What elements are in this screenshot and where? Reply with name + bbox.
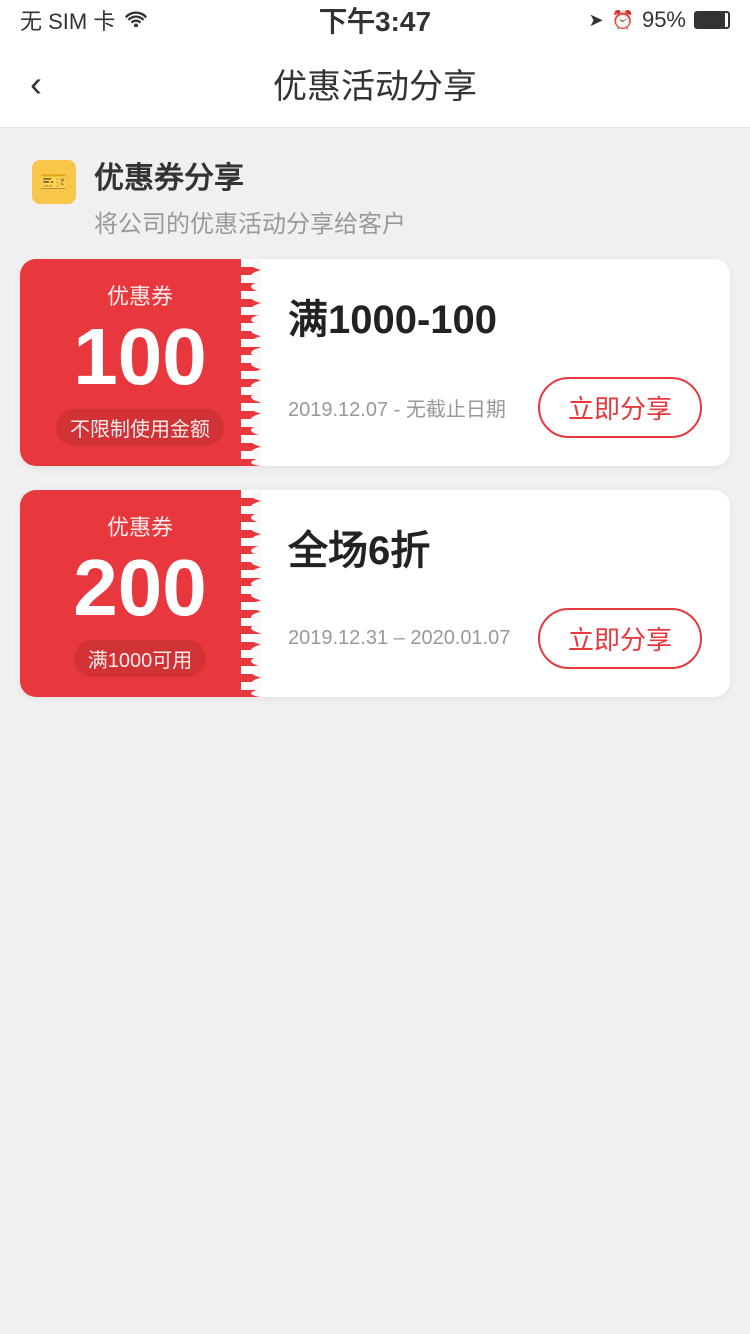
battery-fill	[696, 13, 725, 27]
share-button-2[interactable]: 立即分享	[538, 608, 702, 669]
coupon-left-1: 优惠券 100 不限制使用金额	[20, 259, 260, 466]
coupon-bottom-2: 2019.12.31 – 2020.01.07 立即分享	[288, 608, 702, 669]
coupons-area: 优惠券 100 不限制使用金额 满1000-100 2019.12.07 - 无…	[0, 259, 750, 697]
coupon-right-2: 全场6折 2019.12.31 – 2020.01.07 立即分享	[260, 490, 730, 697]
battery-icon	[694, 11, 730, 29]
bottom-area	[0, 721, 750, 1321]
coupon-label-1: 优惠券	[107, 279, 173, 311]
coupon-date-2: 2019.12.31 – 2020.01.07	[288, 627, 510, 650]
coupon-name-2: 全场6折	[288, 518, 702, 576]
status-left: 无 SIM 卡	[20, 4, 147, 36]
status-bar: 无 SIM 卡 下午3:47 ➤ ⏰ 95%	[0, 0, 750, 40]
back-button[interactable]: ‹	[30, 63, 42, 105]
coupon-condition-1: 不限制使用金额	[56, 409, 224, 446]
arrow-icon: ➤	[588, 10, 603, 31]
coupon-condition-2: 满1000可用	[74, 640, 207, 677]
coupon-right-1: 满1000-100 2019.12.07 - 无截止日期 立即分享	[260, 259, 730, 466]
section-header: 🎫 优惠券分享 将公司的优惠活动分享给客户	[0, 128, 750, 259]
page-title: 优惠活动分享	[273, 59, 477, 108]
alarm-icon: ⏰	[612, 10, 634, 31]
coupon-name-1: 满1000-100	[288, 287, 702, 345]
coupon-card-1: 优惠券 100 不限制使用金额 满1000-100 2019.12.07 - 无…	[20, 259, 730, 466]
section-title: 优惠券分享	[94, 158, 406, 200]
nav-bar: ‹ 优惠活动分享	[0, 40, 750, 128]
time-display: 下午3:47	[319, 0, 431, 40]
status-right: ➤ ⏰ 95%	[588, 7, 730, 33]
section-subtitle: 将公司的优惠活动分享给客户	[94, 204, 406, 239]
section-text: 优惠券分享 将公司的优惠活动分享给客户	[94, 158, 406, 239]
coupon-label-2: 优惠券	[107, 510, 173, 542]
coupon-amount-2: 200	[73, 548, 206, 628]
coupon-date-1: 2019.12.07 - 无截止日期	[288, 393, 506, 422]
coupon-amount-1: 100	[73, 317, 206, 397]
coupon-icon: 🎫	[32, 160, 76, 204]
sim-indicator: 无 SIM 卡	[20, 4, 115, 36]
wifi-icon	[125, 7, 147, 33]
share-button-1[interactable]: 立即分享	[538, 377, 702, 438]
coupon-left-2: 优惠券 200 满1000可用	[20, 490, 260, 697]
coupon-bottom-1: 2019.12.07 - 无截止日期 立即分享	[288, 377, 702, 438]
section-icon: 🎫	[30, 158, 78, 206]
coupon-card-2: 优惠券 200 满1000可用 全场6折 2019.12.31 – 2020.0…	[20, 490, 730, 697]
battery-percent: 95%	[642, 7, 686, 33]
